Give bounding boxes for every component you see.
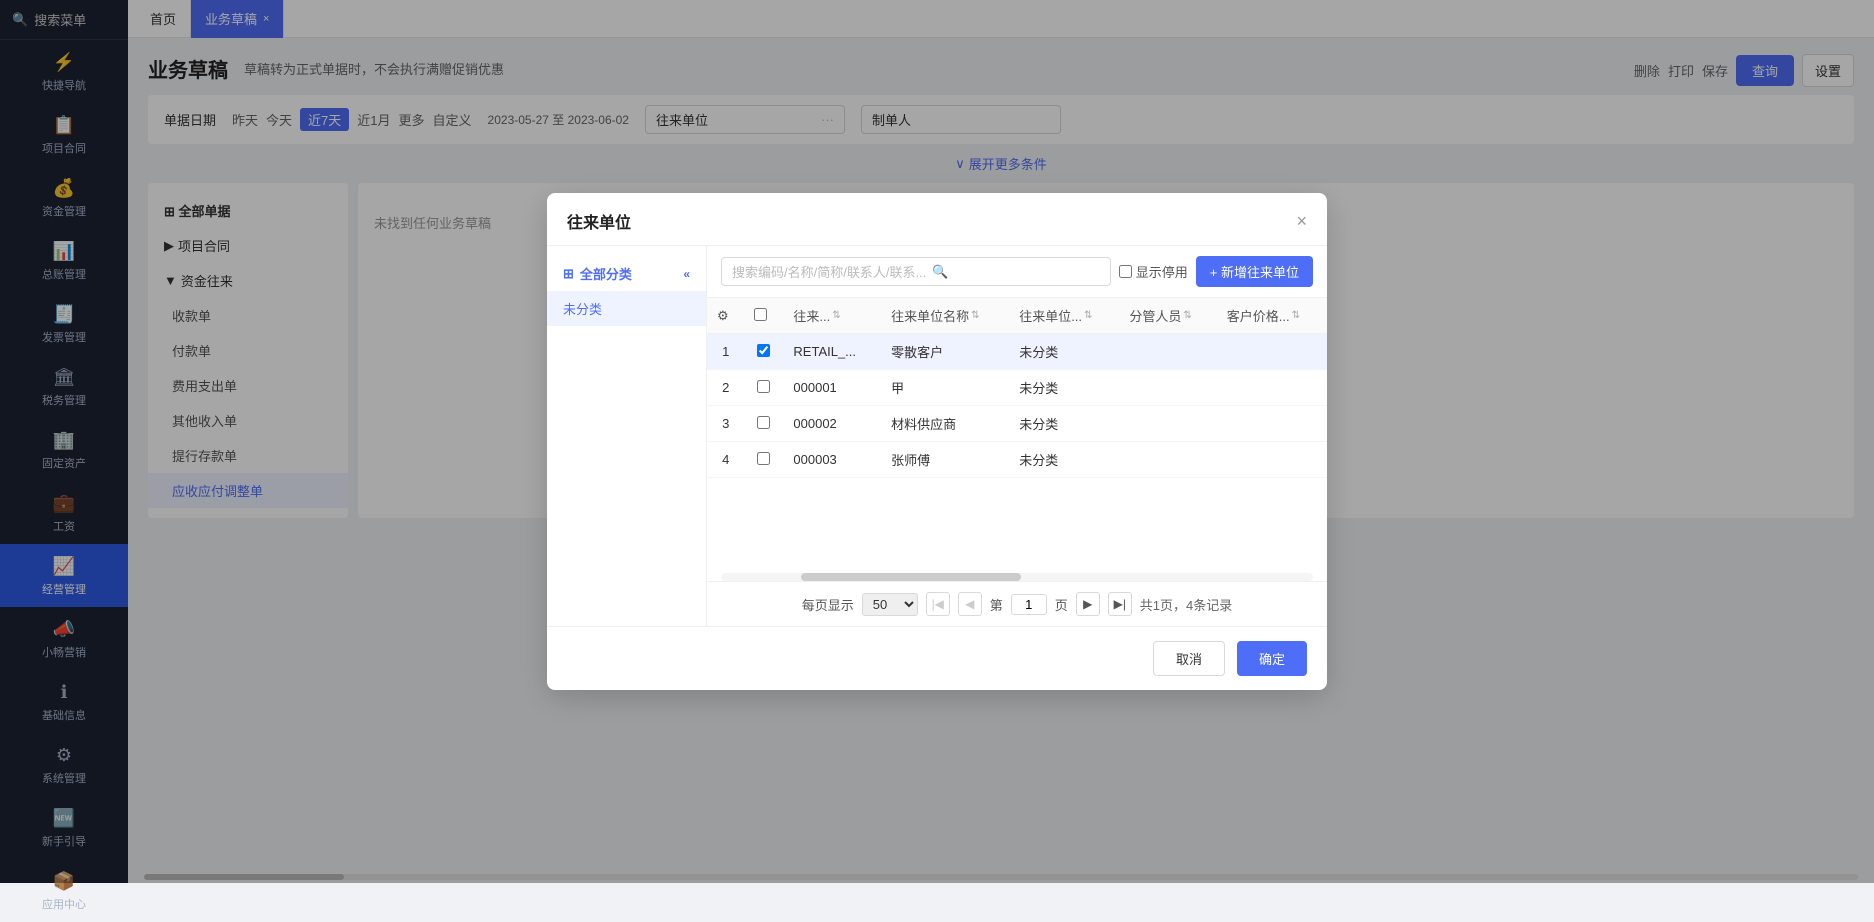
partners-table: ⚙ 往来... ⇅ 往来单位名称 ⇅ 往来单位... ⇅ 分管人员 ⇅ 客户价格… [707,298,1327,478]
page-prefix: 第 [990,595,1003,614]
th-category: 往来单位... ⇅ [1009,298,1119,334]
search-icon: 🔍 [932,264,948,280]
page-size-label: 每页显示 [802,595,854,614]
prev-page-button[interactable]: ◀ [958,592,982,616]
show-disabled-checkbox[interactable]: 显示停用 [1119,262,1188,281]
th-check [744,298,783,334]
th-person: 分管人员 ⇅ [1119,298,1216,334]
sort-icon: ⇅ [1084,310,1092,321]
category-all-label: 全部分类 [580,264,632,283]
sidebar-item-label: 应用中心 [42,896,86,912]
sort-icon: ⇅ [1183,310,1191,321]
row-category: 未分类 [1009,370,1119,406]
row-person [1119,334,1216,370]
modal-overlay: 往来单位 × ⊞ 全部分类 « 未分类 搜索编码/名称/简称/联系人/联系... [0,0,1874,883]
dialog-partner: 往来单位 × ⊞ 全部分类 « 未分类 搜索编码/名称/简称/联系人/联系... [547,193,1327,690]
row-category: 未分类 [1009,334,1119,370]
add-partner-button[interactable]: + 新增往来单位 [1196,256,1313,287]
row-name: 材料供应商 [881,406,1009,442]
row-num: 3 [707,406,744,442]
page-size-select[interactable]: 50 100 [862,593,918,616]
th-settings: ⚙ [707,298,744,334]
row-num: 2 [707,370,744,406]
select-all-checkbox[interactable] [754,308,767,321]
dialog-body: ⊞ 全部分类 « 未分类 搜索编码/名称/简称/联系人/联系... 🔍 显示停用 [547,246,1327,626]
row-checkbox[interactable] [757,344,770,357]
table-row[interactable]: 1 RETAIL_... 零散客户 未分类 [707,334,1327,370]
row-person [1119,442,1216,478]
row-category: 未分类 [1009,442,1119,478]
row-code: 000001 [783,370,881,406]
row-code: 000002 [783,406,881,442]
category-panel: ⊞ 全部分类 « 未分类 [547,246,707,626]
dialog-footer: 取消 确定 [547,626,1327,690]
row-checkbox-cell[interactable] [744,370,783,406]
table-row[interactable]: 2 000001 甲 未分类 [707,370,1327,406]
sort-price[interactable]: 客户价格... ⇅ [1227,306,1300,325]
cancel-button[interactable]: 取消 [1153,641,1225,676]
row-price [1217,370,1327,406]
row-name: 甲 [881,370,1009,406]
table-panel: 搜索编码/名称/简称/联系人/联系... 🔍 显示停用 + 新增往来单位 [707,246,1327,626]
table-row[interactable]: 4 000003 张师傅 未分类 [707,442,1327,478]
dialog-scrollbar[interactable] [721,573,1313,581]
th-code: 往来... ⇅ [783,298,881,334]
table-toolbar: 搜索编码/名称/简称/联系人/联系... 🔍 显示停用 + 新增往来单位 [707,246,1327,298]
row-name: 张师傅 [881,442,1009,478]
total-info: 共1页，4条记录 [1140,595,1232,614]
row-price [1217,442,1327,478]
sort-person[interactable]: 分管人员 ⇅ [1129,306,1191,325]
table-header-row: ⚙ 往来... ⇅ 往来单位名称 ⇅ 往来单位... ⇅ 分管人员 ⇅ 客户价格… [707,298,1327,334]
next-page-button[interactable]: ▶ [1076,592,1100,616]
sort-icon: ⇅ [1292,310,1300,321]
settings-icon[interactable]: ⚙ [717,308,729,323]
grid-icon-small: ⊞ [563,266,574,282]
row-num: 4 [707,442,744,478]
row-checkbox-cell[interactable] [744,406,783,442]
row-price [1217,334,1327,370]
dialog-close-button[interactable]: × [1296,211,1307,232]
disabled-checkbox[interactable] [1119,265,1132,278]
sort-code[interactable]: 往来... ⇅ [793,306,840,325]
dialog-title: 往来单位 [567,209,631,233]
dialog-scrollbar-thumb[interactable] [801,573,1021,581]
dialog-header: 往来单位 × [547,193,1327,246]
last-page-button[interactable]: ▶| [1108,592,1132,616]
row-checkbox[interactable] [757,452,770,465]
confirm-button[interactable]: 确定 [1237,641,1307,676]
row-name: 零散客户 [881,334,1009,370]
first-page-button[interactable]: |◀ [926,592,950,616]
page-input[interactable] [1011,594,1047,615]
th-price: 客户价格... ⇅ [1217,298,1327,334]
category-item-unclassified[interactable]: 未分类 [547,291,706,326]
row-checkbox[interactable] [757,416,770,429]
row-checkbox-cell[interactable] [744,334,783,370]
row-price [1217,406,1327,442]
sort-icon: ⇅ [971,310,979,321]
row-category: 未分类 [1009,406,1119,442]
row-code: 000003 [783,442,881,478]
pagination: 每页显示 50 100 |◀ ◀ 第 页 ▶ ▶| 共1页，4条记录 [707,581,1327,626]
row-num: 1 [707,334,744,370]
show-disabled-label: 显示停用 [1136,262,1188,281]
row-checkbox[interactable] [757,380,770,393]
row-person [1119,406,1216,442]
sort-category[interactable]: 往来单位... ⇅ [1019,306,1092,325]
row-checkbox-cell[interactable] [744,442,783,478]
table-row[interactable]: 3 000002 材料供应商 未分类 [707,406,1327,442]
row-code: RETAIL_... [783,334,881,370]
category-collapse-button[interactable]: « [683,267,690,281]
row-person [1119,370,1216,406]
table-scroll-area[interactable]: ⚙ 往来... ⇅ 往来单位名称 ⇅ 往来单位... ⇅ 分管人员 ⇅ 客户价格… [707,298,1327,573]
search-box[interactable]: 搜索编码/名称/简称/联系人/联系... 🔍 [721,257,1111,286]
th-name: 往来单位名称 ⇅ [881,298,1009,334]
sort-icon: ⇅ [832,310,840,321]
category-all[interactable]: ⊞ 全部分类 « [547,256,706,291]
search-placeholder: 搜索编码/名称/简称/联系人/联系... [732,262,926,281]
sort-name[interactable]: 往来单位名称 ⇅ [891,306,979,325]
page-unit: 页 [1055,595,1068,614]
